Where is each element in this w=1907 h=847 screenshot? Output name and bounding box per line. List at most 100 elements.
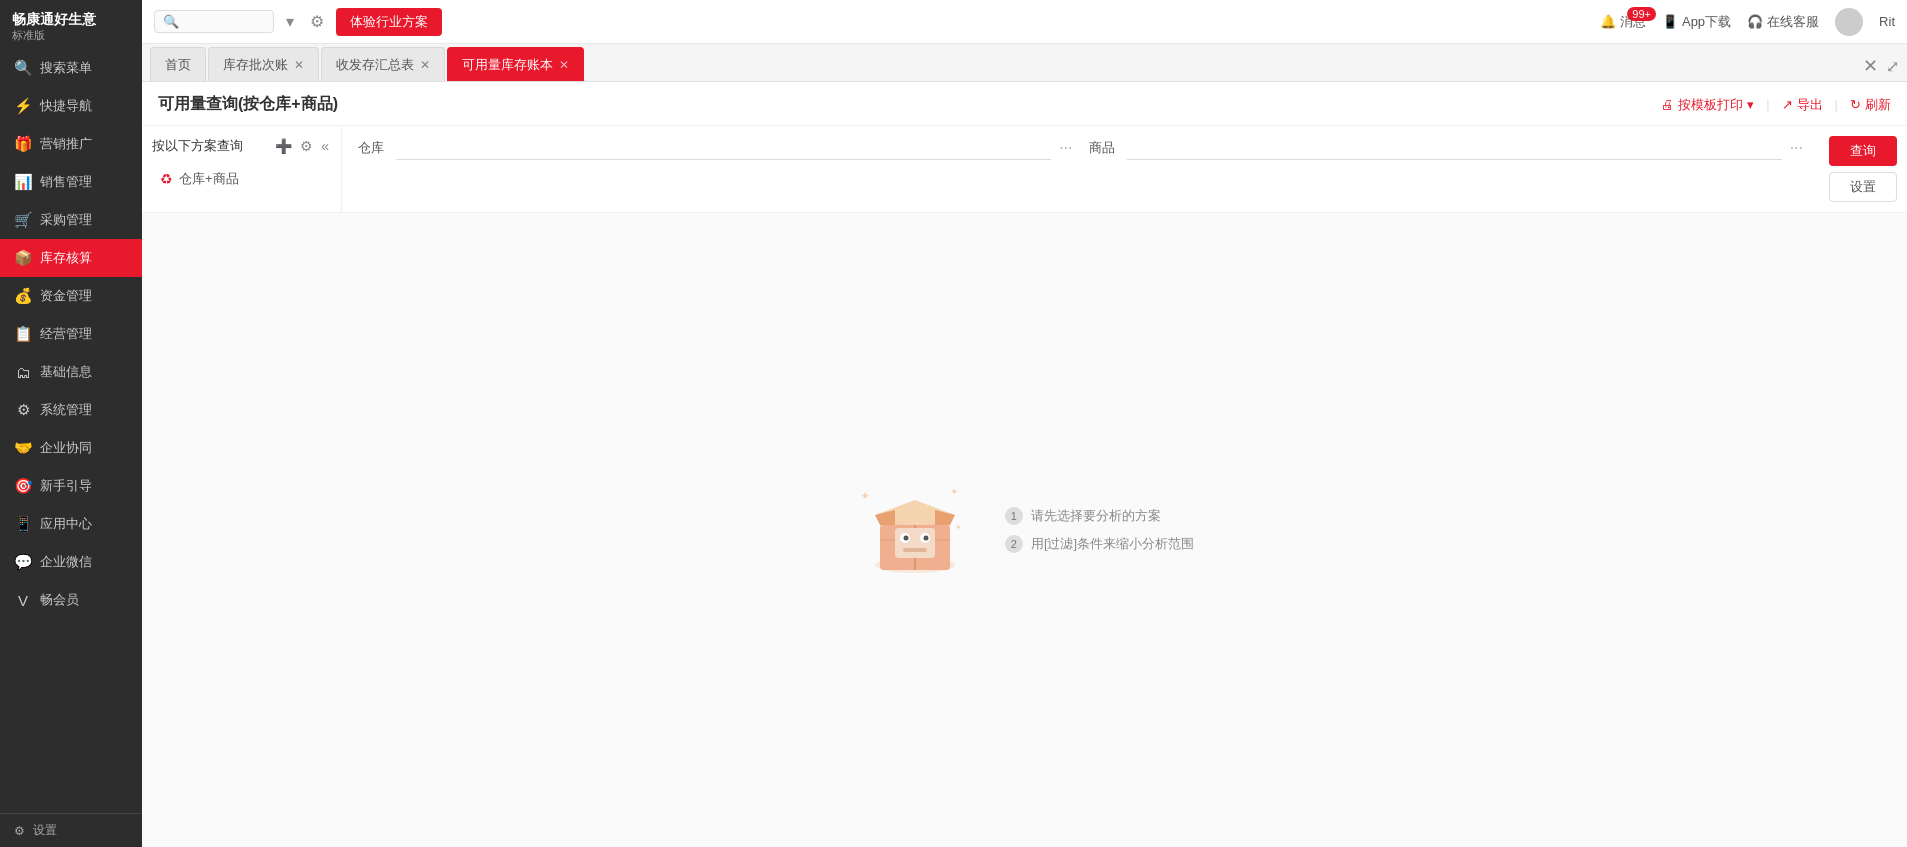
sidebar-label-system: 系统管理 <box>40 401 92 419</box>
sidebar-label-inventory: 库存核算 <box>40 249 92 267</box>
divider1: | <box>1766 97 1769 112</box>
schemes-title: 按以下方案查询 <box>152 137 243 155</box>
search-input[interactable] <box>183 15 263 29</box>
svg-rect-8 <box>895 528 935 558</box>
filter-label-warehouse: 仓库 <box>358 139 388 157</box>
query-btn[interactable]: 查询 <box>1829 136 1897 166</box>
sidebar-item-finance[interactable]: 💰资金管理 <box>0 277 142 315</box>
schemes-header: 按以下方案查询 ➕ ⚙ « <box>152 136 331 156</box>
headset-icon: 🎧 <box>1747 14 1763 29</box>
tab-summary[interactable]: 收发存汇总表 ✕ <box>321 47 445 81</box>
export-btn[interactable]: ↗ 导出 <box>1782 96 1823 114</box>
sidebar-item-guide[interactable]: 🎯新手引导 <box>0 467 142 505</box>
print-dropdown-icon[interactable]: ▾ <box>1747 97 1754 112</box>
operation-icon: 📋 <box>14 325 32 343</box>
filter-more-goods[interactable]: ··· <box>1790 139 1803 157</box>
scheme-item-warehouse_goods[interactable]: ♻仓库+商品 <box>152 164 331 194</box>
sidebar-item-inventory[interactable]: 📦 库存核算 <box>0 239 142 277</box>
page-actions: 🖨 按模板打印 ▾ | ↗ 导出 | ↻ 刷新 <box>1661 96 1891 114</box>
sidebar-nav: 🔍搜索菜单⚡快捷导航🎁营销推广📊销售管理 🛒 采购管理 📦 库存核算 💰资金管理📋经营管理… <box>0 49 142 813</box>
app-subtitle: 标准版 <box>12 28 130 43</box>
filter-fields: 仓库 ··· 商品 ··· <box>342 126 1819 212</box>
filter-row: 仓库 ··· 商品 ··· <box>358 136 1803 160</box>
guide-icon: 🎯 <box>14 477 32 495</box>
topbar: 🔍 ▾ ⚙ 体验行业方案 🔔 消息 99+ 📱 App下载 🎧 在线客服 Rit <box>142 0 1907 44</box>
sidebar-logo: 畅康通好生意 标准版 <box>0 0 142 49</box>
filter-field-goods: 商品 ··· <box>1089 136 1804 160</box>
sidebar-footer[interactable]: ⚙ 设置 <box>0 813 142 847</box>
sidebar-item-member[interactable]: V畅会员 <box>0 581 142 619</box>
basic-icon: 🗂 <box>14 364 32 381</box>
tab-batch[interactable]: 库存批次账✕ <box>208 47 319 81</box>
sidebar-item-system[interactable]: ⚙系统管理 <box>0 391 142 429</box>
sidebar-item-purchase[interactable]: 🛒 采购管理 <box>0 201 142 239</box>
empty-state: ✦ ✦ ✦ 1请先选择要分析的方案2用[过滤]条件来缩小分析范围 <box>142 213 1907 847</box>
username-label: Rit <box>1879 14 1895 29</box>
filter-settings-btn[interactable]: 设置 <box>1829 172 1897 202</box>
close-all-tabs-icon[interactable]: ✕ <box>1863 55 1878 77</box>
app-download-btn[interactable]: 📱 App下载 <box>1662 13 1731 31</box>
sidebar-item-search[interactable]: 🔍搜索菜单 <box>0 49 142 87</box>
sidebar-label-member: 畅会员 <box>40 591 79 609</box>
tab-label-summary: 收发存汇总表 <box>336 56 414 74</box>
page-content: 可用量查询(按仓库+商品) 🖨 按模板打印 ▾ | ↗ 导出 | ↻ 刷新 <box>142 82 1907 847</box>
purchase-icon: 🛒 <box>14 211 32 229</box>
footer-label: 设置 <box>33 822 57 839</box>
user-avatar <box>1835 8 1863 36</box>
tab-available[interactable]: 可用量库存账本 ✕ <box>447 47 584 81</box>
manage-scheme-btn[interactable]: ⚙ <box>298 136 315 156</box>
gear-icon[interactable]: ▾ <box>282 8 298 35</box>
refresh-label: 刷新 <box>1865 96 1891 114</box>
industry-btn[interactable]: 体验行业方案 <box>336 8 442 36</box>
bell-icon: 🔔 <box>1600 14 1616 29</box>
sidebar-item-sales[interactable]: 📊销售管理 <box>0 163 142 201</box>
add-scheme-btn[interactable]: ➕ <box>273 136 294 156</box>
svg-text:✦: ✦ <box>860 489 870 503</box>
main-content: 🔍 ▾ ⚙ 体验行业方案 🔔 消息 99+ 📱 App下载 🎧 在线客服 Rit <box>142 0 1907 847</box>
app-title: 畅康通好生意 <box>12 10 130 28</box>
enterprise-icon: 🤝 <box>14 439 32 457</box>
sidebar-label-enterprise: 企业协同 <box>40 439 92 457</box>
online-service-btn[interactable]: 🎧 在线客服 <box>1747 13 1819 31</box>
tip-num-2: 2 <box>1005 535 1023 553</box>
sidebar-item-marketing[interactable]: 🎁营销推广 <box>0 125 142 163</box>
export-icon: ↗ <box>1782 97 1793 112</box>
tab-close-batch[interactable]: ✕ <box>294 58 304 72</box>
sidebar-item-enterprise[interactable]: 🤝 企业协同 <box>0 429 142 467</box>
tab-close-available[interactable]: ✕ <box>559 58 569 72</box>
filter-label-goods: 商品 <box>1089 139 1119 157</box>
svg-text:✦: ✦ <box>950 486 958 497</box>
sidebar-item-shortcut[interactable]: ⚡快捷导航 <box>0 87 142 125</box>
sidebar-label-purchase: 采购管理 <box>40 211 92 229</box>
filter-input-warehouse[interactable] <box>396 136 1051 160</box>
sidebar-item-apps[interactable]: 📱应用中心 <box>0 505 142 543</box>
tabs-bar: 首页库存批次账✕ 收发存汇总表 ✕ 可用量库存账本 ✕ ✕ ⤢ <box>142 44 1907 82</box>
topbar-search-box[interactable]: 🔍 <box>154 10 274 33</box>
sidebar-item-basic[interactable]: 🗂基础信息 <box>0 353 142 391</box>
refresh-btn[interactable]: ↻ 刷新 <box>1850 96 1891 114</box>
expand-icon[interactable]: ⤢ <box>1886 57 1899 76</box>
sidebar-label-apps: 应用中心 <box>40 515 92 533</box>
sidebar-item-wechat[interactable]: 💬企业微信 <box>0 543 142 581</box>
filter-input-goods[interactable] <box>1127 136 1782 160</box>
sidebar-item-operation[interactable]: 📋经营管理 <box>0 315 142 353</box>
page-title: 可用量查询(按仓库+商品) <box>158 94 338 115</box>
message-btn[interactable]: 🔔 消息 99+ <box>1600 13 1646 31</box>
tab-close-summary[interactable]: ✕ <box>420 58 430 72</box>
settings-gear-icon[interactable]: ⚙ <box>306 8 328 35</box>
svg-point-11 <box>903 536 908 541</box>
empty-tips: 1请先选择要分析的方案2用[过滤]条件来缩小分析范围 <box>1005 507 1194 553</box>
filter-area: 按以下方案查询 ➕ ⚙ « ♻仓库+商品 仓库 ··· 商品 ··· 查询 设置 <box>142 126 1907 213</box>
filter-more-warehouse[interactable]: ··· <box>1059 139 1072 157</box>
print-icon: 🖨 <box>1661 97 1674 112</box>
print-label: 按模板打印 <box>1678 96 1743 114</box>
msg-badge: 99+ <box>1627 7 1656 21</box>
sidebar-label-marketing: 营销推广 <box>40 135 92 153</box>
tab-home[interactable]: 首页 <box>150 47 206 81</box>
tab-label-available: 可用量库存账本 <box>462 56 553 74</box>
collapse-scheme-btn[interactable]: « <box>319 136 331 156</box>
svg-text:✦: ✦ <box>955 523 962 532</box>
inventory-icon: 📦 <box>14 249 32 267</box>
print-btn[interactable]: 🖨 按模板打印 ▾ <box>1661 96 1754 114</box>
tip-text-1: 请先选择要分析的方案 <box>1031 507 1161 525</box>
